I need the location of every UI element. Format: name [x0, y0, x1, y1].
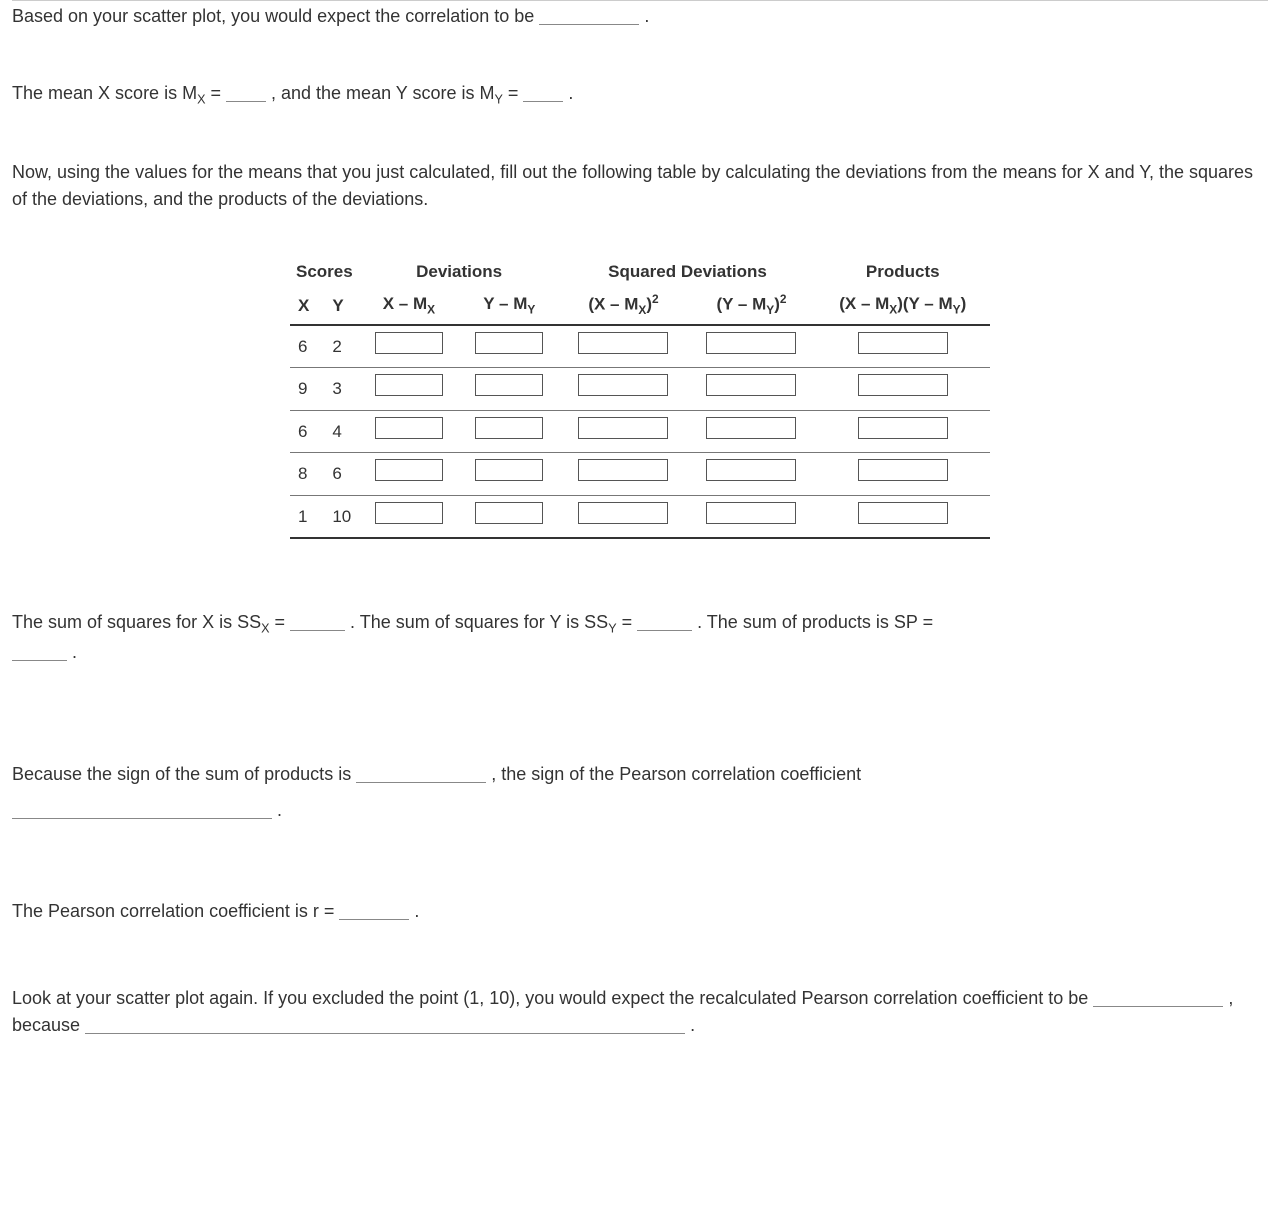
th-squared-deviations: Squared Deviations [559, 253, 815, 287]
question-sign: Because the sign of the sum of products … [12, 756, 1268, 828]
input-xmx2[interactable] [578, 417, 668, 439]
instructions: Now, using the values for the means that… [12, 159, 1268, 213]
q3-c: . The sum of products is SP = [697, 612, 933, 632]
deviations-table-container: Scores Deviations Squared Deviations Pro… [290, 253, 990, 539]
input-product[interactable] [858, 417, 948, 439]
input-xmx[interactable] [375, 459, 443, 481]
input-xmx2[interactable] [578, 459, 668, 481]
table-group-header: Scores Deviations Squared Deviations Pro… [290, 253, 990, 287]
table-row: 8 6 [290, 453, 990, 496]
col-ymy: Y – MY [459, 287, 559, 325]
input-xmx2[interactable] [578, 502, 668, 524]
q6-end: . [690, 1015, 695, 1035]
q2-mid2: = [503, 83, 524, 103]
input-ymy2[interactable] [706, 417, 796, 439]
q2-end: . [568, 83, 573, 103]
col-xmx2: (X – MX)2 [559, 287, 687, 325]
input-xmx[interactable] [375, 502, 443, 524]
table-column-header: X Y X – MX Y – MY (X – MX)2 (Y – MY)2 (X… [290, 287, 990, 325]
blank-mean-x[interactable] [226, 84, 266, 102]
blank-because[interactable] [85, 1016, 685, 1034]
blank-recalc-r[interactable] [1093, 989, 1223, 1007]
table-row: 6 4 [290, 410, 990, 453]
cell-y: 2 [324, 325, 358, 368]
question-correlation-expectation: Based on your scatter plot, you would ex… [12, 3, 1268, 30]
deviations-table: Scores Deviations Squared Deviations Pro… [290, 253, 990, 539]
q5-a: The Pearson correlation coefficient is r… [12, 901, 339, 921]
q5-end: . [414, 901, 419, 921]
question-exclude-point: Look at your scatter plot again. If you … [12, 985, 1268, 1039]
input-ymy[interactable] [475, 374, 543, 396]
question-means: The mean X score is MX = , and the mean … [12, 80, 1268, 109]
q1-post: . [644, 6, 649, 26]
blank-mean-y[interactable] [523, 84, 563, 102]
input-xmx[interactable] [375, 374, 443, 396]
q3-end: . [72, 642, 77, 662]
blank-r[interactable] [339, 902, 409, 920]
blank-correlation-expected[interactable] [539, 7, 639, 25]
input-ymy[interactable] [475, 502, 543, 524]
q2-a2: = [205, 83, 226, 103]
cell-x: 6 [290, 410, 324, 453]
col-x: X [290, 287, 324, 325]
cell-y: 6 [324, 453, 358, 496]
input-xmx2[interactable] [578, 374, 668, 396]
input-ymy[interactable] [475, 459, 543, 481]
input-ymy2[interactable] [706, 332, 796, 354]
input-xmx[interactable] [375, 417, 443, 439]
th-products: Products [815, 253, 990, 287]
blank-sign-sp[interactable] [356, 765, 486, 783]
input-ymy2[interactable] [706, 502, 796, 524]
cell-x: 9 [290, 368, 324, 411]
q4-end: . [277, 800, 282, 820]
cell-x: 8 [290, 453, 324, 496]
cell-x: 6 [290, 325, 324, 368]
table-row: 9 3 [290, 368, 990, 411]
blank-sign-pearson[interactable] [12, 801, 272, 819]
cell-y: 4 [324, 410, 358, 453]
table-row: 6 2 [290, 325, 990, 368]
input-ymy2[interactable] [706, 459, 796, 481]
cell-y: 10 [324, 495, 358, 538]
input-ymy[interactable] [475, 417, 543, 439]
blank-ssy[interactable] [637, 613, 692, 631]
input-product[interactable] [858, 332, 948, 354]
input-ymy2[interactable] [706, 374, 796, 396]
col-xmx: X – MX [359, 287, 459, 325]
th-deviations: Deviations [359, 253, 560, 287]
q3-b: . The sum of squares for Y is SS [350, 612, 608, 632]
q2-mid-sub: Y [494, 93, 502, 107]
q4-a: Because the sign of the sum of products … [12, 764, 356, 784]
question-sums: The sum of squares for X is SSX = . The … [12, 609, 1268, 665]
col-ymy2: (Y – MY)2 [687, 287, 815, 325]
input-product[interactable] [858, 502, 948, 524]
blank-sp[interactable] [12, 643, 67, 661]
col-products: (X – MX)(Y – MY) [815, 287, 990, 325]
input-product[interactable] [858, 459, 948, 481]
th-scores: Scores [290, 253, 359, 287]
input-ymy[interactable] [475, 332, 543, 354]
input-xmx[interactable] [375, 332, 443, 354]
q6-a: Look at your scatter plot again. If you … [12, 988, 1093, 1008]
cell-x: 1 [290, 495, 324, 538]
q4-b: , the sign of the Pearson correlation co… [491, 764, 861, 784]
question-r: The Pearson correlation coefficient is r… [12, 898, 1268, 925]
q2-mid: , and the mean Y score is M [271, 83, 494, 103]
q3-a: The sum of squares for X is SS [12, 612, 261, 632]
input-xmx2[interactable] [578, 332, 668, 354]
table-row: 1 10 [290, 495, 990, 538]
input-product[interactable] [858, 374, 948, 396]
q2-a: The mean X score is M [12, 83, 197, 103]
cell-y: 3 [324, 368, 358, 411]
q1-text: Based on your scatter plot, you would ex… [12, 6, 534, 26]
blank-ssx[interactable] [290, 613, 345, 631]
col-y: Y [324, 287, 358, 325]
